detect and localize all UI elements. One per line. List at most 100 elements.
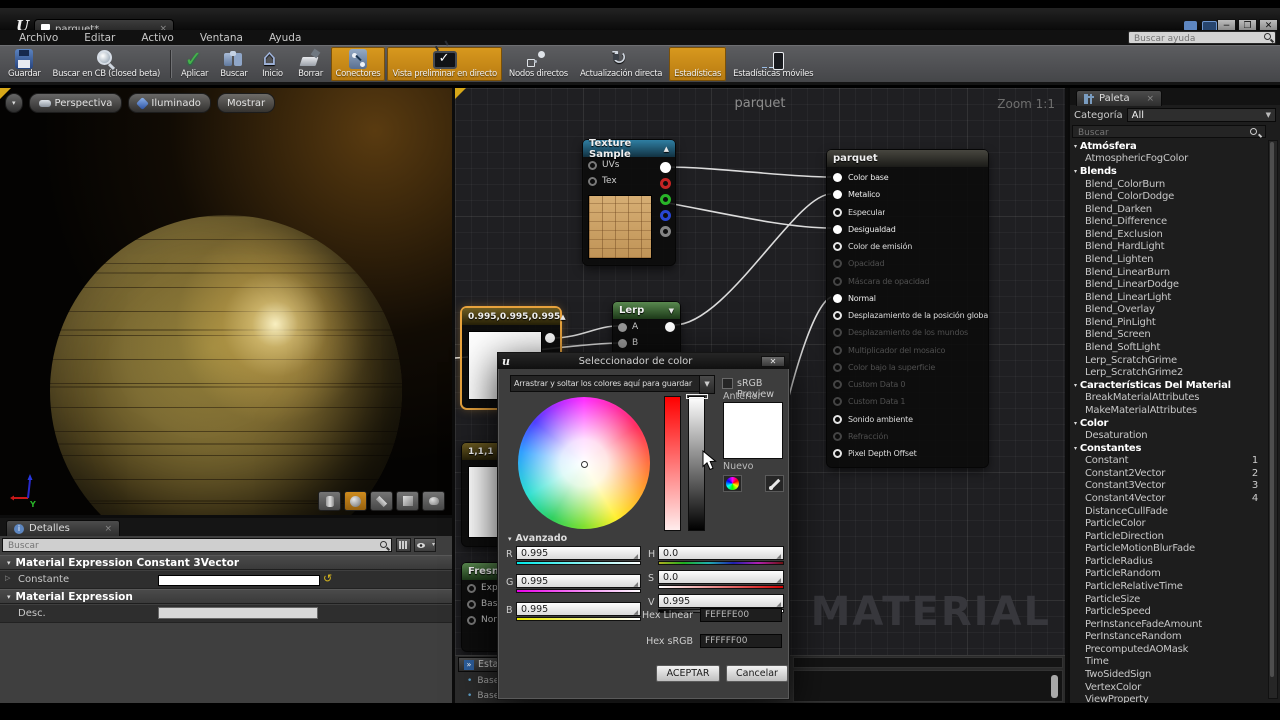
details-search-input[interactable]: [6, 539, 370, 553]
palette-item[interactable]: ParticleSpeed: [1070, 605, 1270, 618]
palette-item[interactable]: Blend_SoftLight: [1070, 341, 1270, 354]
palette-item[interactable]: Desaturation: [1070, 429, 1270, 442]
palette-item[interactable]: ParticleRadius: [1070, 555, 1270, 568]
palette-item[interactable]: VertexColor: [1070, 681, 1270, 694]
toolbar-button[interactable]: Guardar: [3, 47, 46, 81]
input-pin-icon[interactable]: [833, 362, 842, 372]
node-header[interactable]: 0.995,0.995,0.995 ▲: [462, 308, 566, 325]
collapse-icon[interactable]: ▲: [560, 313, 565, 321]
input-pin-icon[interactable]: [833, 173, 842, 183]
expander-icon[interactable]: ▷: [5, 574, 10, 582]
palette-item[interactable]: Constant2Vector 2: [1070, 467, 1270, 480]
desc-input[interactable]: [158, 607, 318, 619]
help-search-input[interactable]: [1132, 32, 1260, 45]
help-search-box[interactable]: [1128, 31, 1276, 45]
input-pin-icon[interactable]: [833, 431, 842, 441]
dialog-titlebar[interactable]: u Seleccionador de color ✕: [498, 353, 789, 369]
h-input[interactable]: 0.0 ◢: [658, 546, 784, 560]
palette-item[interactable]: PerInstanceRandom: [1070, 631, 1270, 644]
toolbar-button[interactable]: Aplicar: [176, 47, 213, 81]
tab-close-icon[interactable]: ×: [1146, 94, 1154, 104]
cancelar-button[interactable]: Cancelar: [726, 665, 788, 682]
input-pin-icon[interactable]: [833, 345, 842, 355]
palette-item[interactable]: DistanceCullFade: [1070, 505, 1270, 518]
tab-detalles[interactable]: i Detalles ×: [6, 520, 120, 536]
s-gradient[interactable]: [658, 585, 784, 589]
r-input[interactable]: 0.995 ◢: [516, 546, 641, 560]
node-header[interactable]: Lerp ▼: [613, 302, 680, 319]
palette-search-box[interactable]: [1072, 125, 1266, 139]
output-pin-icon[interactable]: [665, 322, 675, 332]
palette-item[interactable]: Lerp_ScratchGrime2: [1070, 366, 1270, 379]
palette-item[interactable]: PerInstanceFadeAmount: [1070, 618, 1270, 631]
sphere-mesh-button[interactable]: [344, 491, 367, 511]
palette-item[interactable]: ParticleColor: [1070, 517, 1270, 530]
input-pin-icon[interactable]: [833, 449, 842, 459]
palette-item[interactable]: PrecomputedAOMask: [1070, 643, 1270, 656]
aceptar-button[interactable]: ACEPTAR: [656, 665, 720, 682]
toolbar-button[interactable]: Borrar: [293, 47, 329, 81]
palette-item[interactable]: ParticleMotionBlurFade: [1070, 543, 1270, 556]
input-pin-icon[interactable]: [833, 397, 842, 407]
menu-item[interactable]: Ayuda: [256, 32, 314, 44]
palette-item[interactable]: Color: [1070, 417, 1270, 430]
cube-mesh-button[interactable]: [396, 491, 419, 511]
custom-mesh-button[interactable]: [422, 491, 445, 511]
scrollbar-handle[interactable]: [1051, 675, 1058, 698]
input-pin-icon[interactable]: [467, 583, 476, 593]
palette-item[interactable]: Blend_Difference: [1070, 215, 1270, 228]
palette-item[interactable]: TwoSidedSign: [1070, 668, 1270, 681]
input-pin-icon[interactable]: [833, 414, 842, 424]
toolbar-button[interactable]: Actualización directa: [575, 47, 667, 81]
tab-paleta[interactable]: Paleta ×: [1076, 90, 1162, 106]
constant-color-swatch[interactable]: [158, 575, 320, 586]
input-pin-icon[interactable]: [833, 242, 842, 252]
input-pin-icon[interactable]: [833, 190, 842, 200]
palette-item[interactable]: Constant4Vector 4: [1070, 492, 1270, 505]
material-output-node[interactable]: parquet Color base Metalico Especular De…: [827, 150, 988, 467]
palette-item[interactable]: ParticleDirection: [1070, 530, 1270, 543]
visibility-filter-icon[interactable]: [414, 538, 436, 552]
palette-item[interactable]: Blends: [1070, 165, 1270, 178]
palette-item[interactable]: Blend_Screen: [1070, 329, 1270, 342]
palette-item[interactable]: Blend_Lighten: [1070, 253, 1270, 266]
collapse-icon[interactable]: ▲: [664, 145, 669, 153]
palette-item[interactable]: ParticleSize: [1070, 593, 1270, 606]
texture-sample-node[interactable]: Texture Sample ▲ UVs Tex: [583, 138, 675, 265]
palette-item[interactable]: Constant3Vector 3: [1070, 480, 1270, 493]
input-pin-icon[interactable]: [833, 380, 842, 390]
palette-item[interactable]: Blend_ColorDodge: [1070, 190, 1270, 203]
palette-item[interactable]: Blend_LinearDodge: [1070, 278, 1270, 291]
input-pin-icon[interactable]: [618, 322, 627, 332]
advanced-section-toggle[interactable]: Avanzado: [508, 533, 568, 544]
toolbar-button[interactable]: Estadísticas móviles: [728, 47, 818, 81]
palette-item[interactable]: Blend_PinLight: [1070, 316, 1270, 329]
menu-item[interactable]: Editar: [71, 32, 128, 44]
palette-item[interactable]: Blend_Exclusion: [1070, 228, 1270, 241]
input-pin-icon[interactable]: [833, 224, 842, 234]
section-material-expression-constant3vector[interactable]: ▾ Material Expression Constant 3Vector: [0, 555, 452, 570]
menu-item[interactable]: Activo: [128, 32, 186, 44]
input-pin-icon[interactable]: [833, 259, 842, 269]
stats-output-box[interactable]: [793, 670, 1063, 702]
lit-mode-button[interactable]: Iluminado: [128, 93, 211, 113]
output-pin-icon[interactable]: [660, 178, 671, 189]
chevron-down-icon[interactable]: ▼: [699, 375, 715, 394]
preview-viewport[interactable]: ▾ Perspectiva Iluminado Mostrar Y: [0, 88, 452, 518]
toolbar-button[interactable]: Buscar en CB (closed beta): [48, 47, 166, 81]
saturation-bar[interactable]: [664, 396, 681, 531]
toolbar-button[interactable]: Buscar: [215, 47, 252, 81]
toolbar-button[interactable]: Vista preliminar en directo: [387, 47, 502, 81]
palette-item[interactable]: Blend_Overlay: [1070, 304, 1270, 317]
palette-item[interactable]: Características Del Material: [1070, 379, 1270, 392]
input-pin-icon[interactable]: [588, 160, 597, 170]
g-gradient[interactable]: [516, 589, 641, 593]
eyedropper-button[interactable]: [765, 475, 784, 492]
srgb-preview-checkbox[interactable]: [722, 378, 733, 389]
vertical-splitter[interactable]: [1065, 88, 1068, 703]
menu-item[interactable]: Archivo: [6, 32, 71, 44]
value-bar-handle[interactable]: [686, 394, 708, 399]
cylinder-mesh-button[interactable]: [318, 491, 341, 511]
output-pin-icon[interactable]: [660, 210, 671, 221]
palette-item[interactable]: Blend_Darken: [1070, 203, 1270, 216]
